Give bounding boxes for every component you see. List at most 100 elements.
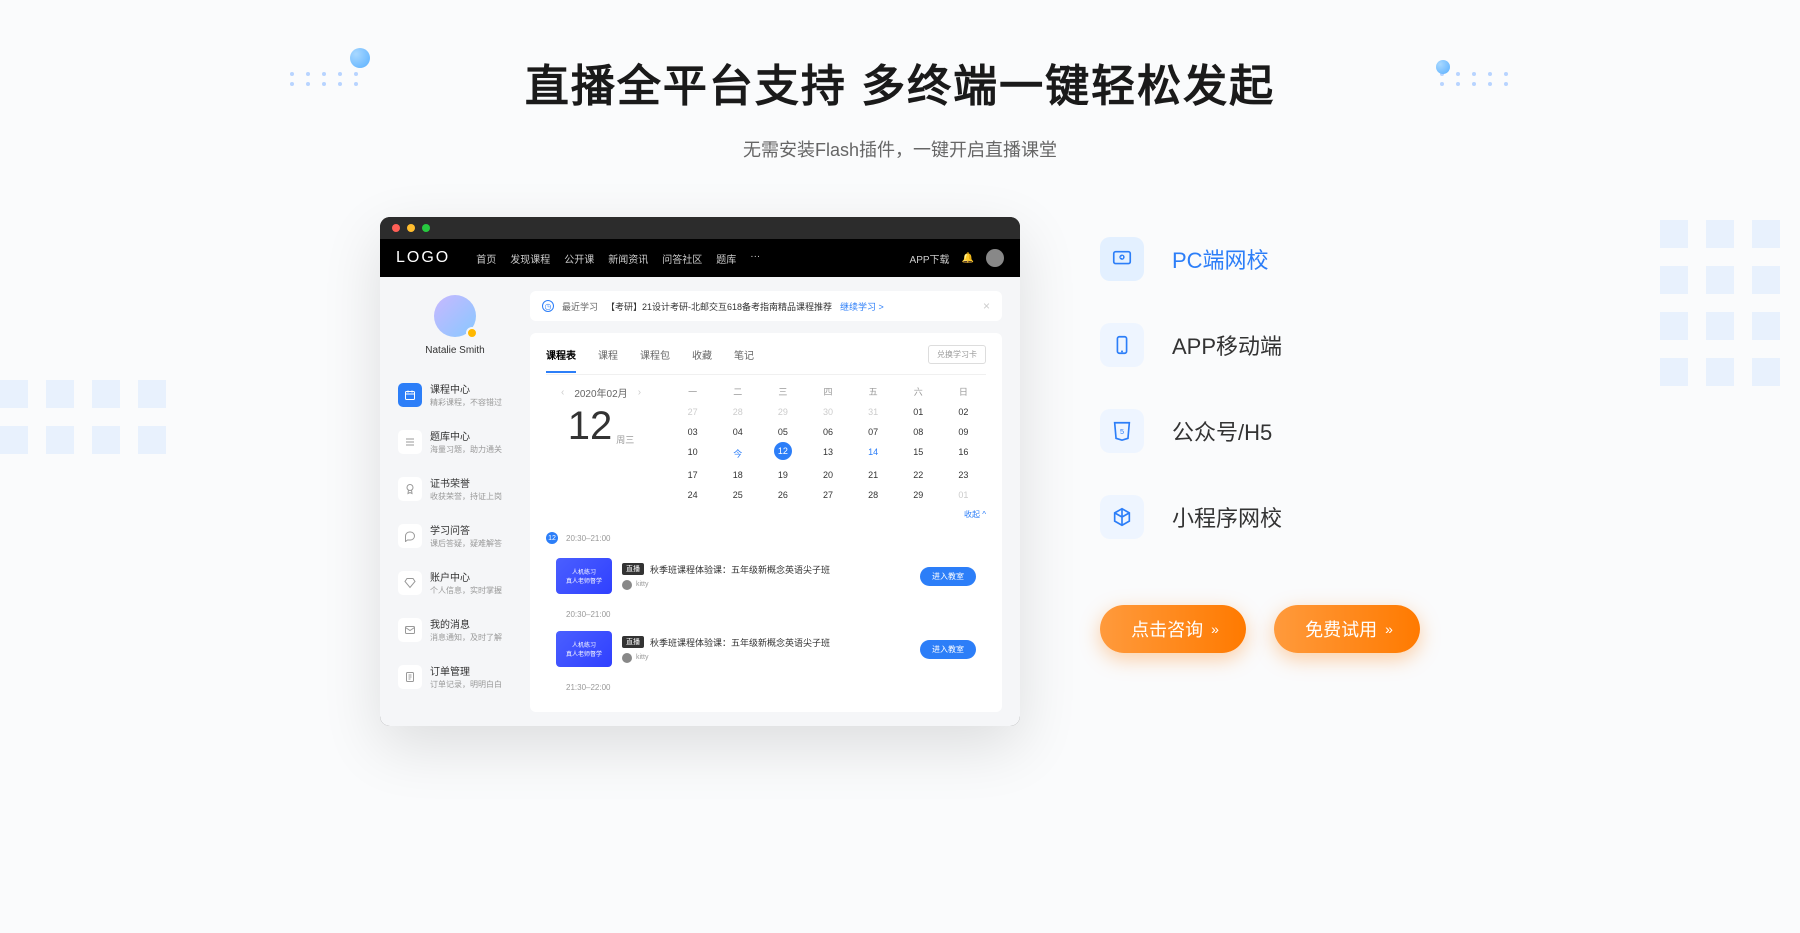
cal-day[interactable]: 22 xyxy=(896,465,941,485)
tabs-panel: 课程表 课程 课程包 收藏 笔记 兑换学习卡 ‹ 2020年02月 › xyxy=(530,333,1002,712)
cal-day[interactable]: 19 xyxy=(760,465,805,485)
tab-course[interactable]: 课程 xyxy=(598,347,618,362)
tab-package[interactable]: 课程包 xyxy=(640,347,670,362)
sidebar-item-badge[interactable]: 证书荣誉收获荣誉，持证上岗 xyxy=(390,468,520,509)
nav-item-more[interactable]: ··· xyxy=(750,251,760,266)
cal-day[interactable]: 21 xyxy=(851,465,896,485)
lesson-card[interactable]: 人机练习真人老师督学 直播秋季班课程体验课：五年级新概念英语尖子班 kitty … xyxy=(546,550,986,602)
cal-day[interactable]: 27 xyxy=(670,402,715,422)
nav-item[interactable]: 新闻资讯 xyxy=(608,251,648,266)
author-avatar xyxy=(622,580,632,590)
cal-day[interactable]: 29 xyxy=(896,485,941,505)
lesson-card[interactable]: 人机练习真人老师督学 直播秋季班课程体验课：五年级新概念英语尖子班 kitty … xyxy=(546,623,986,675)
bell-icon[interactable]: 🔔 xyxy=(962,253,974,264)
nav-item[interactable]: 发现课程 xyxy=(510,251,550,266)
cal-weekday-head: 二 xyxy=(715,385,760,398)
deco-circle-right xyxy=(1436,60,1450,74)
sidebar-item-calendar[interactable]: 课程中心精彩课程，不容错过 xyxy=(390,374,520,415)
free-trial-button[interactable]: 免费试用» xyxy=(1274,605,1420,653)
app-download-link[interactable]: APP下载 xyxy=(910,251,950,266)
cal-day[interactable]: 27 xyxy=(805,485,850,505)
sidebar-item-title: 账户中心 xyxy=(430,569,502,584)
nav-item[interactable]: 首页 xyxy=(476,251,496,266)
cal-day[interactable]: 16 xyxy=(941,442,986,465)
sidebar-item-list[interactable]: 题库中心海量习题，助力通关 xyxy=(390,421,520,462)
cal-day[interactable]: 17 xyxy=(670,465,715,485)
cal-day[interactable]: 01 xyxy=(941,485,986,505)
sidebar-item-gem[interactable]: 账户中心个人信息，实时掌握 xyxy=(390,562,520,603)
tab-schedule[interactable]: 课程表 xyxy=(546,347,576,362)
cal-day[interactable]: 10 xyxy=(670,442,715,465)
list-icon xyxy=(398,430,422,454)
deco-dots-right xyxy=(1440,72,1510,86)
cal-day[interactable]: 29 xyxy=(760,402,805,422)
vip-badge-icon xyxy=(466,327,478,339)
avatar[interactable] xyxy=(986,249,1004,267)
calendar-collapse[interactable]: 收起 ^ xyxy=(670,509,986,520)
hero-title: 直播全平台支持 多终端一键轻松发起 xyxy=(0,0,1800,114)
platform-option-miniapp[interactable]: 小程序网校 xyxy=(1100,495,1420,539)
prev-month-icon[interactable]: ‹ xyxy=(561,387,564,398)
cal-day[interactable]: 15 xyxy=(896,442,941,465)
order-icon xyxy=(398,665,422,689)
cal-day[interactable]: 今 xyxy=(715,442,760,465)
profile-avatar[interactable] xyxy=(434,295,476,337)
enter-class-button[interactable]: 进入教室 xyxy=(920,567,976,586)
consult-button[interactable]: 点击咨询» xyxy=(1100,605,1246,653)
option-label: APP移动端 xyxy=(1172,329,1282,361)
cal-day[interactable]: 04 xyxy=(715,422,760,442)
cal-day[interactable]: 28 xyxy=(851,485,896,505)
banner-text: 【考研】21设计考研-北邮交互618备考指南精品课程推荐 xyxy=(606,300,832,313)
continue-study-link[interactable]: 继续学习 > xyxy=(840,300,884,313)
cal-day[interactable]: 13 xyxy=(805,442,850,465)
close-icon[interactable]: × xyxy=(983,299,990,313)
tab-fav[interactable]: 收藏 xyxy=(692,347,712,362)
bg-squares-right xyxy=(1660,220,1780,386)
app-navbar: LOGO 首页 发现课程 公开课 新闻资讯 问答社区 题库 ··· APP下载 … xyxy=(380,239,1020,277)
platform-option-h5[interactable]: 5公众号/H5 xyxy=(1100,409,1420,453)
platform-option-monitor[interactable]: PC端网校 xyxy=(1100,237,1420,281)
redeem-card-button[interactable]: 兑换学习卡 xyxy=(928,345,986,364)
nav-items: 首页 发现课程 公开课 新闻资讯 问答社区 题库 ··· xyxy=(476,251,760,266)
cal-day[interactable]: 05 xyxy=(760,422,805,442)
cal-day[interactable]: 07 xyxy=(851,422,896,442)
tab-row: 课程表 课程 课程包 收藏 笔记 兑换学习卡 xyxy=(546,345,986,375)
cal-day[interactable]: 25 xyxy=(715,485,760,505)
cal-day[interactable]: 30 xyxy=(805,402,850,422)
calendar-current-date: ‹ 2020年02月 › 12周三 xyxy=(546,385,656,520)
sidebar-item-order[interactable]: 订单管理订单记录，明明白白 xyxy=(390,656,520,697)
cal-day[interactable]: 31 xyxy=(851,402,896,422)
nav-item[interactable]: 问答社区 xyxy=(662,251,702,266)
clock-icon: ◷ xyxy=(542,300,554,312)
min-dot xyxy=(407,224,415,232)
platform-option-phone[interactable]: APP移动端 xyxy=(1100,323,1420,367)
enter-class-button[interactable]: 进入教室 xyxy=(920,640,976,659)
cal-day[interactable]: 06 xyxy=(805,422,850,442)
cal-day[interactable]: 24 xyxy=(670,485,715,505)
badge-icon xyxy=(398,477,422,501)
cal-day[interactable]: 08 xyxy=(896,422,941,442)
cal-day[interactable]: 01 xyxy=(896,402,941,422)
lesson-thumb: 人机练习真人老师督学 xyxy=(556,631,612,667)
phone-icon xyxy=(1100,323,1144,367)
nav-item[interactable]: 题库 xyxy=(716,251,736,266)
sidebar-item-msg[interactable]: 我的消息消息通知，及时了解 xyxy=(390,609,520,650)
cal-day[interactable]: 18 xyxy=(715,465,760,485)
next-month-icon[interactable]: › xyxy=(638,387,641,398)
cal-day[interactable]: 03 xyxy=(670,422,715,442)
cal-day[interactable]: 09 xyxy=(941,422,986,442)
sidebar-item-chat[interactable]: 学习问答课后答疑，疑难解答 xyxy=(390,515,520,556)
cal-day[interactable]: 28 xyxy=(715,402,760,422)
cal-weekday-head: 一 xyxy=(670,385,715,398)
sidebar-item-sub: 订单记录，明明白白 xyxy=(430,679,502,690)
cal-day[interactable]: 14 xyxy=(851,442,896,465)
cal-day[interactable]: 20 xyxy=(805,465,850,485)
cal-day[interactable]: 26 xyxy=(760,485,805,505)
cal-weekday-head: 五 xyxy=(851,385,896,398)
platform-options: PC端网校 APP移动端 5公众号/H5 小程序网校 点击咨询» 免费试用» xyxy=(1100,217,1420,653)
nav-item[interactable]: 公开课 xyxy=(564,251,594,266)
tab-notes[interactable]: 笔记 xyxy=(734,347,754,362)
cal-day[interactable]: 12 xyxy=(774,442,792,460)
cal-day[interactable]: 23 xyxy=(941,465,986,485)
cal-day[interactable]: 02 xyxy=(941,402,986,422)
